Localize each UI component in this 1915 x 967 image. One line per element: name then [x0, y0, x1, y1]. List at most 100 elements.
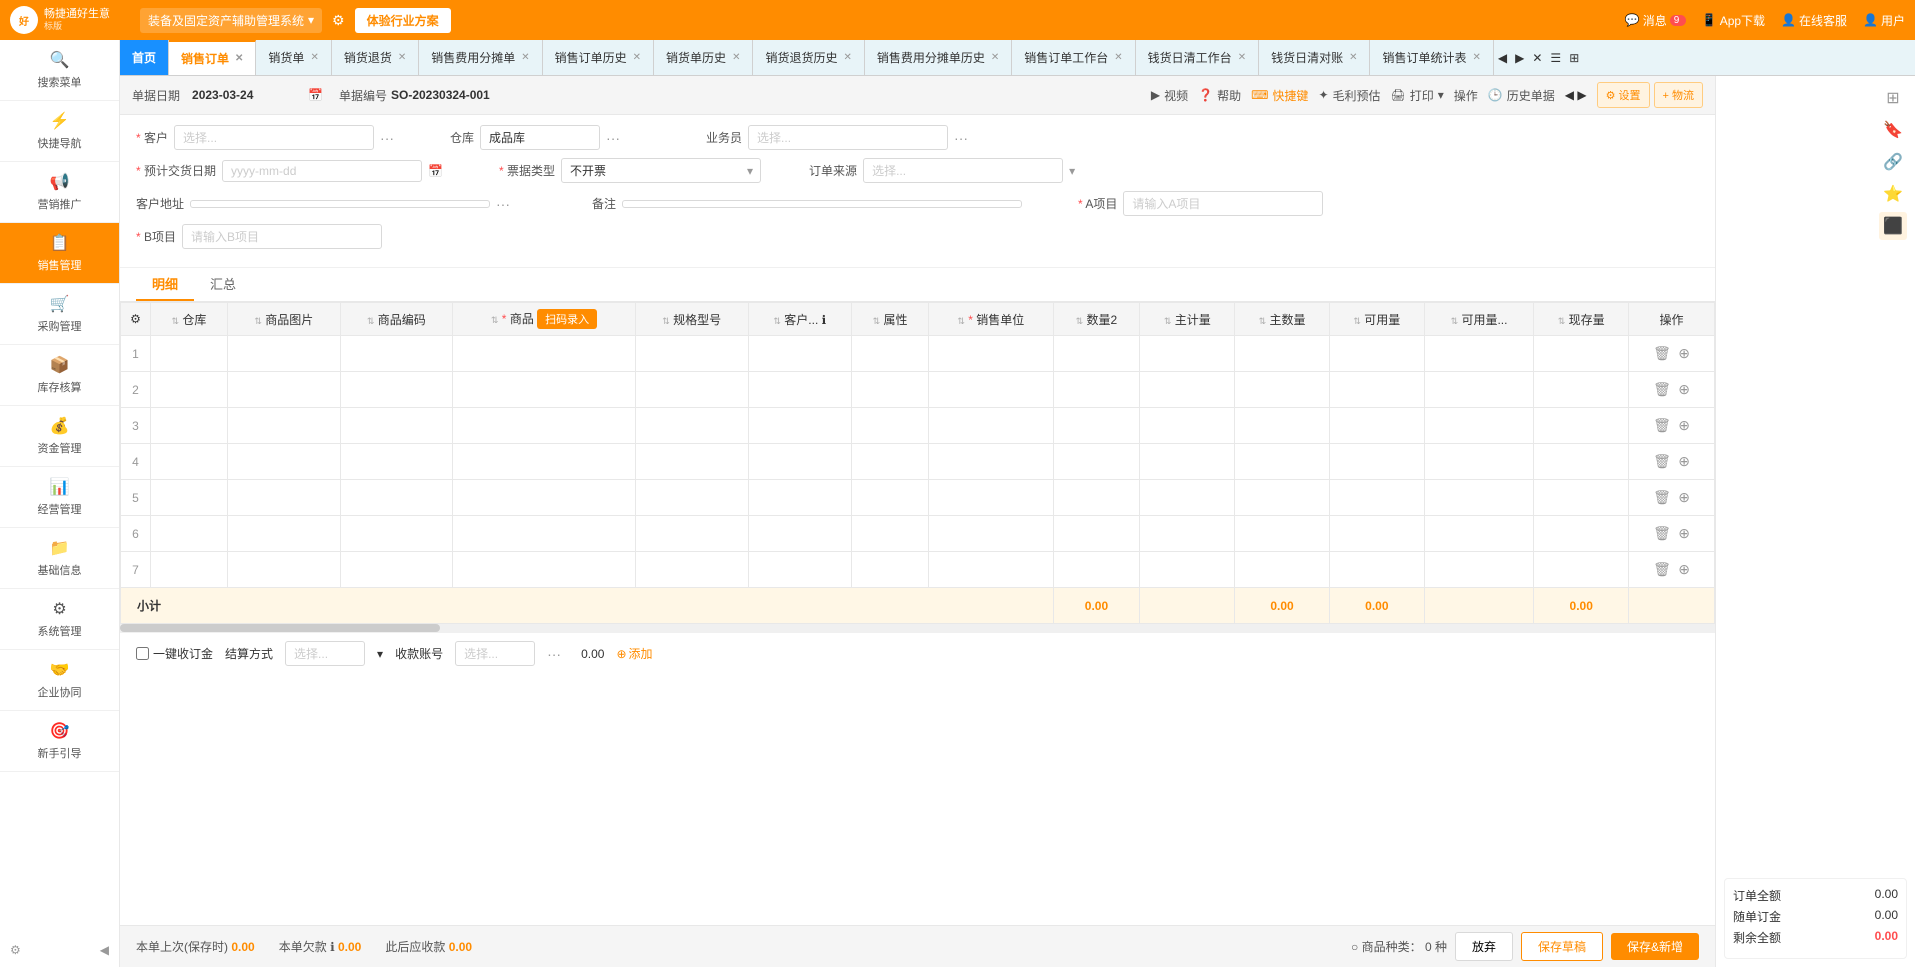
row-delete-5[interactable]: 🗑 — [1651, 487, 1673, 508]
row-available2-6[interactable] — [1424, 516, 1534, 552]
tab-sales-order[interactable]: 销售订单 ✕ — [169, 40, 256, 76]
tab-close-sales-order[interactable]: ✕ — [235, 53, 243, 64]
tab-invoice-history[interactable]: 销货单历史 ✕ — [654, 40, 753, 76]
row-spec-6[interactable] — [635, 516, 748, 552]
view-btn[interactable]: ▶ 视频 — [1151, 87, 1188, 104]
row-product-code-2[interactable] — [340, 372, 453, 408]
row-product-code-7[interactable] — [340, 552, 453, 588]
row-product-1[interactable] — [453, 336, 636, 372]
salesperson-expand[interactable]: ··· — [954, 130, 968, 146]
tab-close-sales-stats[interactable]: ✕ — [1473, 52, 1481, 63]
row-quantity2-4[interactable] — [1053, 444, 1140, 480]
row-quantity2-3[interactable] — [1053, 408, 1140, 444]
row-main-unit-4[interactable] — [1140, 444, 1235, 480]
row-attributes-2[interactable] — [852, 372, 929, 408]
b-project-input[interactable]: 请输入B项目 — [182, 224, 382, 249]
rp-icon-table[interactable]: ⊞ — [1879, 84, 1907, 112]
settings-button[interactable]: ⚙ 设置 — [1597, 82, 1650, 108]
row-product-image-5[interactable] — [227, 480, 340, 516]
row-attributes-5[interactable] — [852, 480, 929, 516]
row-sales-unit-3[interactable] — [929, 408, 1053, 444]
delivery-calendar-icon[interactable]: 📅 — [428, 164, 443, 178]
tab-return-history[interactable]: 销货退货历史 ✕ — [753, 40, 864, 76]
row-attributes-7[interactable] — [852, 552, 929, 588]
row-warehouse-1[interactable] — [151, 336, 228, 372]
row-available2-2[interactable] — [1424, 372, 1534, 408]
add-button[interactable]: ⊕ 添加 — [616, 645, 652, 662]
calendar-icon[interactable]: 📅 — [308, 88, 323, 102]
row-quantity2-1[interactable] — [1053, 336, 1140, 372]
row-main-unit-3[interactable] — [1140, 408, 1235, 444]
row-current-stock-7[interactable] — [1534, 552, 1629, 588]
row-attributes-6[interactable] — [852, 516, 929, 552]
row-delete-3[interactable]: 🗑 — [1651, 415, 1673, 436]
a-project-input[interactable]: 请输入A项目 — [1123, 191, 1323, 216]
scroll-bar[interactable] — [120, 624, 1715, 632]
row-available-3[interactable] — [1329, 408, 1424, 444]
row-customer-code-5[interactable] — [748, 480, 852, 516]
sub-tab-summary[interactable]: 汇总 — [194, 268, 252, 301]
row-available-6[interactable] — [1329, 516, 1424, 552]
row-customer-code-2[interactable] — [748, 372, 852, 408]
row-copy-6[interactable]: ⊕ — [1676, 523, 1692, 544]
tab-close-cash-workbench[interactable]: ✕ — [1238, 52, 1246, 63]
row-spec-7[interactable] — [635, 552, 748, 588]
row-available-1[interactable] — [1329, 336, 1424, 372]
tab-close-sales-order-history[interactable]: ✕ — [633, 52, 641, 63]
row-available-7[interactable] — [1329, 552, 1424, 588]
row-customer-code-4[interactable] — [748, 444, 852, 480]
row-available2-1[interactable] — [1424, 336, 1534, 372]
one-click-deposit-checkbox[interactable] — [136, 647, 149, 660]
row-delete-7[interactable]: 🗑 — [1651, 559, 1673, 580]
row-product-5[interactable] — [453, 480, 636, 516]
warehouse-input[interactable]: 成品库 — [480, 125, 600, 150]
row-warehouse-6[interactable] — [151, 516, 228, 552]
tab-close-reconciliation[interactable]: ✕ — [1349, 52, 1357, 63]
tab-cash-workbench[interactable]: 钱货日清工作台 ✕ — [1136, 40, 1259, 76]
tab-sales-order-history[interactable]: 销售订单历史 ✕ — [543, 40, 654, 76]
row-product-code-1[interactable] — [340, 336, 453, 372]
scan-button[interactable]: 扫码录入 — [537, 309, 597, 329]
row-sales-unit-4[interactable] — [929, 444, 1053, 480]
row-product-2[interactable] — [453, 372, 636, 408]
tab-close-return-history[interactable]: ✕ — [843, 52, 851, 63]
tab-close-sales-expense[interactable]: ✕ — [521, 52, 529, 63]
payment-method-select[interactable]: 选择... — [285, 641, 365, 666]
row-spec-5[interactable] — [635, 480, 748, 516]
row-copy-5[interactable]: ⊕ — [1676, 487, 1692, 508]
tab-menu[interactable]: ☰ — [1546, 51, 1565, 65]
history-btn[interactable]: 🕒 历史单据 — [1488, 87, 1555, 104]
customer-input[interactable]: 选择... — [174, 125, 374, 150]
tab-close-sales-return[interactable]: ✕ — [398, 52, 406, 63]
row-sales-unit-1[interactable] — [929, 336, 1053, 372]
row-main-unit-6[interactable] — [1140, 516, 1235, 552]
tab-close-all[interactable]: ✕ — [1528, 51, 1546, 65]
user-btn[interactable]: 👤 用户 — [1863, 12, 1905, 29]
row-available-4[interactable] — [1329, 444, 1424, 480]
row-warehouse-2[interactable] — [151, 372, 228, 408]
row-available2-7[interactable] — [1424, 552, 1534, 588]
note-input[interactable] — [622, 200, 1022, 208]
row-customer-code-3[interactable] — [748, 408, 852, 444]
row-main-unit-1[interactable] — [1140, 336, 1235, 372]
tab-close-expense-history[interactable]: ✕ — [991, 52, 999, 63]
order-source-input[interactable]: 选择... — [863, 158, 1063, 183]
row-attributes-3[interactable] — [852, 408, 929, 444]
row-current-stock-2[interactable] — [1534, 372, 1629, 408]
tab-order-workbench[interactable]: 销售订单工作台 ✕ — [1012, 40, 1135, 76]
row-customer-code-1[interactable] — [748, 336, 852, 372]
row-available-5[interactable] — [1329, 480, 1424, 516]
row-sales-unit-2[interactable] — [929, 372, 1053, 408]
tab-sales-stats[interactable]: 销售订单统计表 ✕ — [1370, 40, 1493, 76]
row-spec-1[interactable] — [635, 336, 748, 372]
row-product-3[interactable] — [453, 408, 636, 444]
system-selector[interactable]: 装备及固定资产辅助管理系统 ▾ — [140, 8, 322, 33]
row-warehouse-7[interactable] — [151, 552, 228, 588]
sub-tab-detail[interactable]: 明细 — [136, 268, 194, 301]
row-sales-unit-7[interactable] — [929, 552, 1053, 588]
sidebar-collapse-icon[interactable]: ◀ — [100, 943, 109, 957]
salesperson-input[interactable]: 选择... — [748, 125, 948, 150]
tab-sales-expense[interactable]: 销售费用分摊单 ✕ — [419, 40, 542, 76]
message-btn[interactable]: 💬 消息 9 — [1625, 12, 1686, 29]
address-expand[interactable]: ··· — [496, 196, 510, 212]
